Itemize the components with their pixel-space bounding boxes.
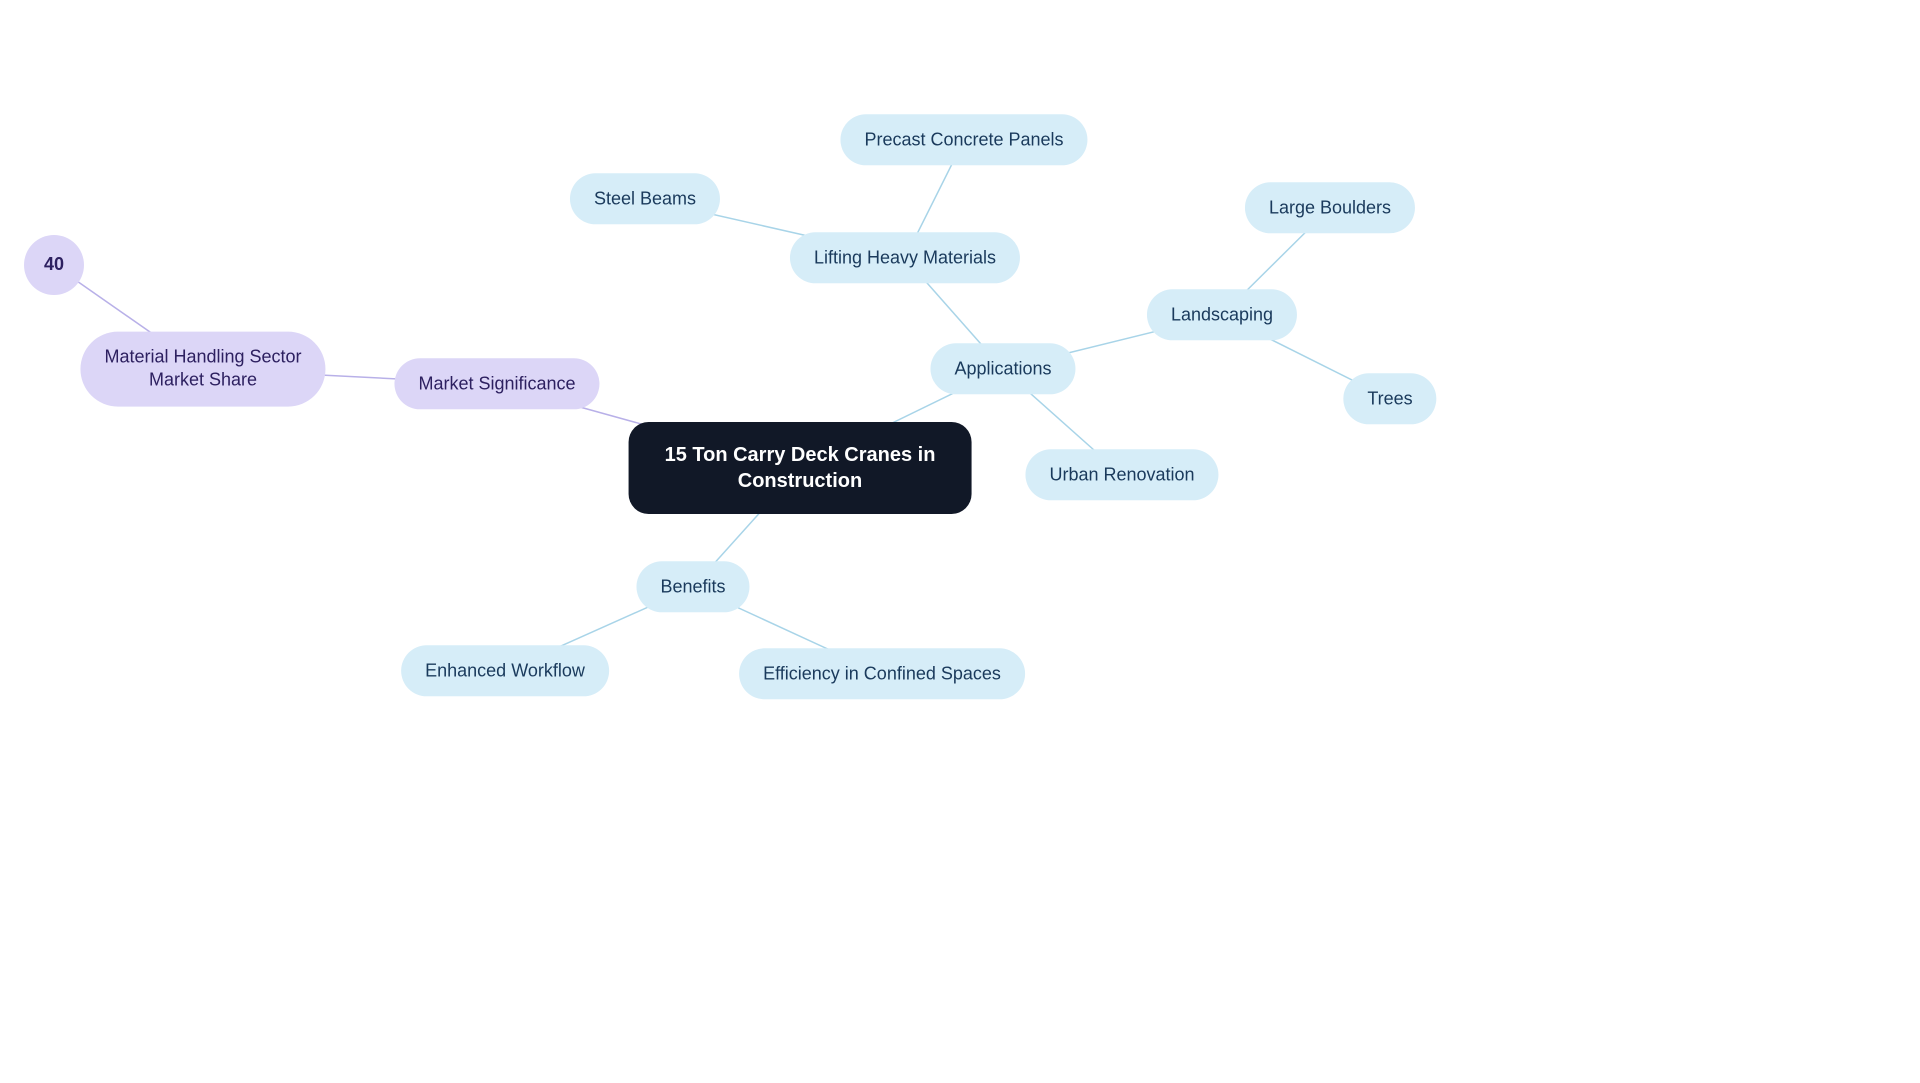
node-label-benefits: Benefits (636, 561, 749, 612)
node-label-market-significance: Market Significance (394, 358, 599, 409)
node-label-forty: 40 (24, 235, 84, 295)
node-enhanced-workflow[interactable]: Enhanced Workflow (401, 645, 609, 696)
node-precast[interactable]: Precast Concrete Panels (840, 114, 1087, 165)
node-label-landscaping: Landscaping (1147, 289, 1297, 340)
node-large-boulders[interactable]: Large Boulders (1245, 182, 1415, 233)
node-label-urban-renovation: Urban Renovation (1025, 449, 1218, 500)
node-forty[interactable]: 40 (24, 235, 84, 295)
node-label-central: 15 Ton Carry Deck Cranes inConstruction (629, 422, 972, 514)
node-steel-beams[interactable]: Steel Beams (570, 173, 720, 224)
node-label-enhanced-workflow: Enhanced Workflow (401, 645, 609, 696)
node-label-large-boulders: Large Boulders (1245, 182, 1415, 233)
node-central[interactable]: 15 Ton Carry Deck Cranes inConstruction (629, 422, 972, 514)
node-benefits[interactable]: Benefits (636, 561, 749, 612)
node-label-trees: Trees (1343, 373, 1436, 424)
node-label-steel-beams: Steel Beams (570, 173, 720, 224)
node-efficiency-confined[interactable]: Efficiency in Confined Spaces (739, 648, 1025, 699)
node-market-significance[interactable]: Market Significance (394, 358, 599, 409)
node-label-lifting-heavy: Lifting Heavy Materials (790, 232, 1020, 283)
node-trees[interactable]: Trees (1343, 373, 1436, 424)
node-material-handling[interactable]: Material Handling SectorMarket Share (80, 332, 325, 407)
node-lifting-heavy[interactable]: Lifting Heavy Materials (790, 232, 1020, 283)
node-landscaping[interactable]: Landscaping (1147, 289, 1297, 340)
node-label-applications: Applications (930, 343, 1075, 394)
node-urban-renovation[interactable]: Urban Renovation (1025, 449, 1218, 500)
node-label-material-handling: Material Handling SectorMarket Share (80, 332, 325, 407)
node-applications[interactable]: Applications (930, 343, 1075, 394)
node-label-efficiency-confined: Efficiency in Confined Spaces (739, 648, 1025, 699)
node-label-precast: Precast Concrete Panels (840, 114, 1087, 165)
